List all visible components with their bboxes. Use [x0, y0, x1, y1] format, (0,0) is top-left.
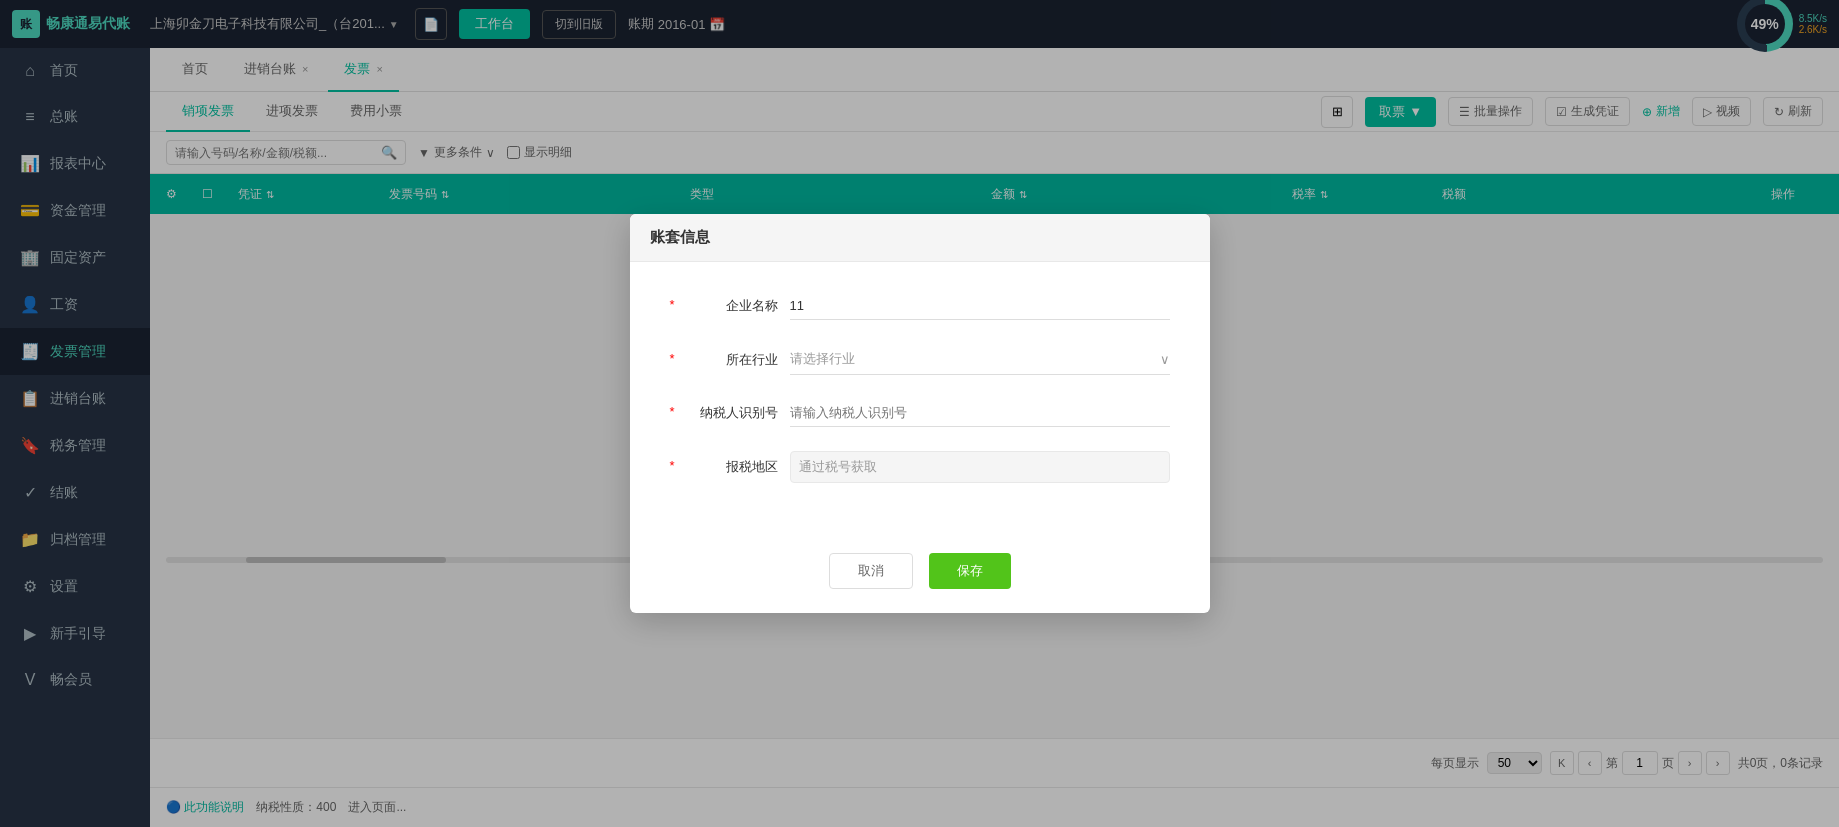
industry-dropdown-icon: ∨ [1160, 352, 1170, 367]
required-marker-3: * [670, 404, 675, 419]
dialog-footer: 取消 保存 [630, 537, 1210, 613]
required-marker-4: * [670, 458, 675, 473]
tax-region-row: * 报税地区 通过税号获取 [670, 451, 1170, 483]
tax-id-input[interactable] [790, 399, 1170, 427]
industry-select[interactable]: 请选择行业 ∨ [790, 344, 1170, 375]
company-name-input[interactable] [790, 292, 1170, 320]
industry-placeholder: 请选择行业 [790, 350, 855, 368]
cancel-button[interactable]: 取消 [829, 553, 913, 589]
dialog-body: * 企业名称 * 所在行业 请选择行业 ∨ * [630, 262, 1210, 537]
dialog-header: 账套信息 [630, 214, 1210, 262]
save-button[interactable]: 保存 [929, 553, 1011, 589]
tax-id-label: * 纳税人识别号 [670, 404, 790, 422]
dialog-title: 账套信息 [650, 228, 710, 245]
tax-id-row: * 纳税人识别号 [670, 399, 1170, 427]
industry-row: * 所在行业 请选择行业 ∨ [670, 344, 1170, 375]
tax-region-display: 通过税号获取 [790, 451, 1170, 483]
required-marker-1: * [670, 297, 675, 312]
company-name-label: * 企业名称 [670, 297, 790, 315]
required-marker-2: * [670, 351, 675, 366]
industry-label: * 所在行业 [670, 351, 790, 369]
account-info-dialog: 账套信息 * 企业名称 * 所在行业 请选择行业 ∨ [630, 214, 1210, 613]
tax-region-label: * 报税地区 [670, 458, 790, 476]
modal-overlay: 账套信息 * 企业名称 * 所在行业 请选择行业 ∨ [0, 0, 1839, 827]
company-name-row: * 企业名称 [670, 292, 1170, 320]
